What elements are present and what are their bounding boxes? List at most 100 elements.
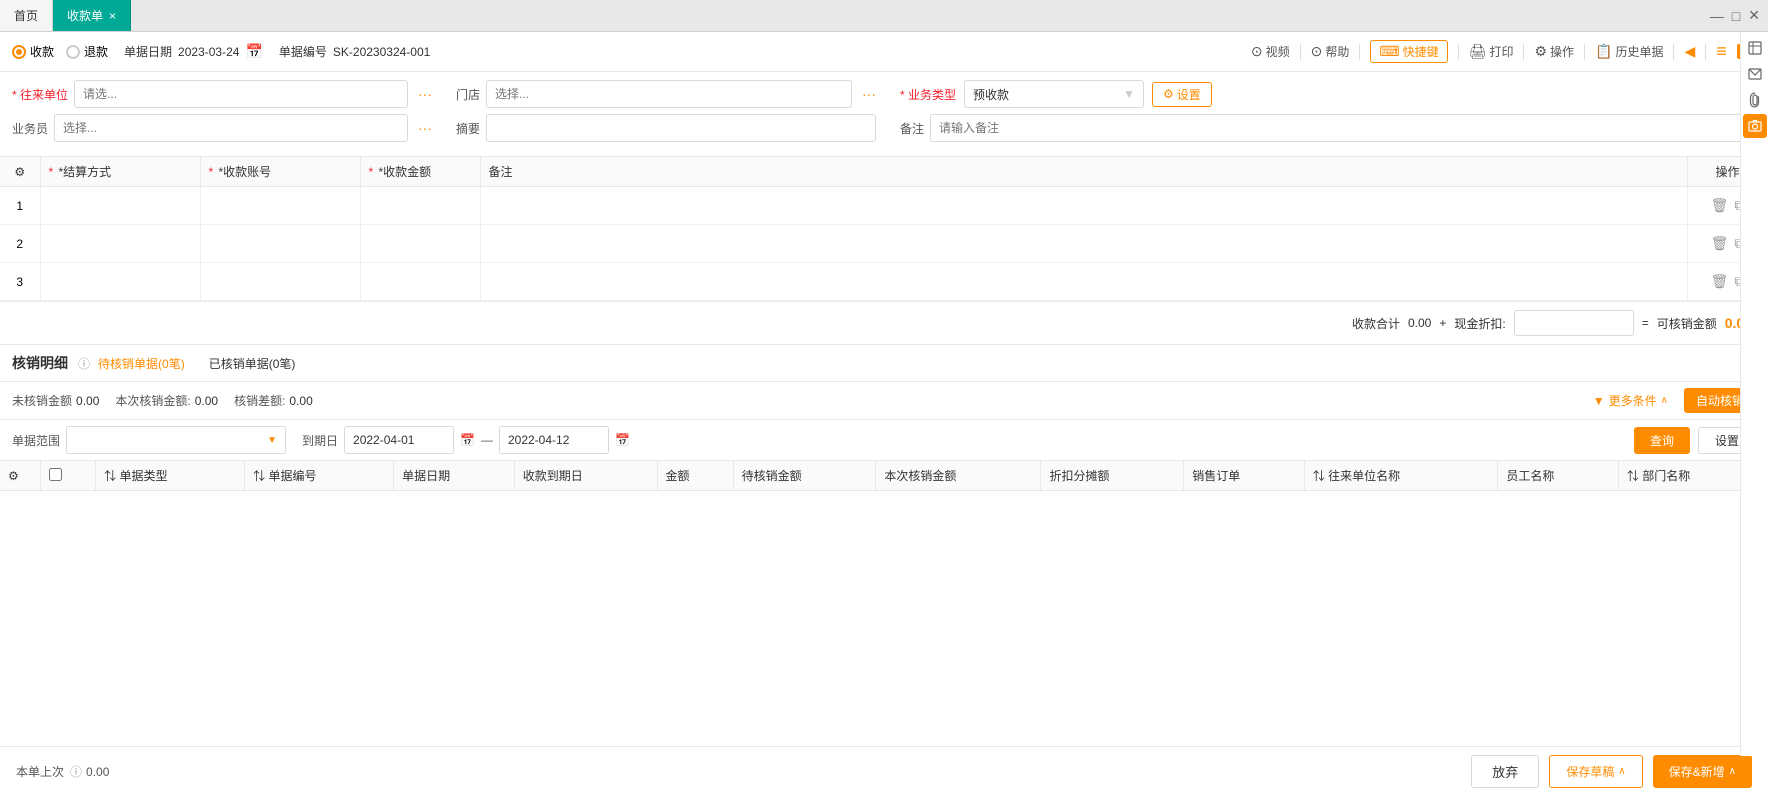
diff-label: 核销差额: (234, 392, 285, 409)
row-2-delete-icon[interactable]: 🗑 (1711, 235, 1729, 252)
collection-table-wrapper: ⚙ * *结算方式 * *收款账号 * *收款金额 备注 操作 (0, 157, 1768, 302)
discount-label: 现金折扣: (1454, 315, 1505, 332)
shop-more-icon[interactable]: ··· (862, 86, 876, 102)
sidebar-mail-icon[interactable] (1743, 62, 1767, 86)
remark-input[interactable] (930, 114, 1756, 142)
row-2-remark[interactable] (480, 225, 1688, 263)
form-row-2: 业务员 ··· 摘要 备注 (12, 114, 1756, 142)
row-3-remark[interactable] (480, 263, 1688, 301)
partner-label: * 往来单位 (12, 86, 68, 103)
radio-refund[interactable]: 退款 (66, 43, 108, 60)
footer-value: 0.00 (86, 765, 109, 779)
col-header-config[interactable]: ⚙ (0, 157, 40, 187)
row-3-settle[interactable] (40, 263, 200, 301)
window-controls: — □ ✕ (1710, 7, 1768, 24)
maximize-icon[interactable]: □ (1732, 8, 1740, 24)
query-button[interactable]: 查询 (1634, 427, 1690, 454)
save-new-button[interactable]: 保存&新增 ∧ (1653, 755, 1752, 788)
range-label: 单据范围 (12, 432, 60, 449)
gear-icon: ⚙ (1163, 87, 1174, 101)
salesperson-input[interactable] (54, 114, 408, 142)
biz-type-label: * 业务类型 (900, 86, 956, 103)
calendar-from-icon[interactable]: 📅 (460, 433, 475, 447)
calendar-to-icon[interactable]: 📅 (615, 433, 630, 447)
shop-input[interactable] (486, 80, 852, 108)
row-1-remark[interactable] (480, 187, 1688, 225)
biz-type-select[interactable]: 预收款 ▼ (964, 80, 1144, 108)
minimize-icon[interactable]: — (1710, 8, 1724, 24)
help-btn[interactable]: ⊙ 帮助 (1311, 43, 1350, 60)
col-header-settle: * *结算方式 (40, 157, 200, 187)
date-range-field: 到期日 📅 — 📅 (302, 426, 630, 454)
salesperson-more-icon[interactable]: ··· (418, 120, 432, 136)
prev-page-icon[interactable]: ◀ (1684, 43, 1695, 60)
shortcut-btn[interactable]: ⌨ 快捷键 (1370, 40, 1447, 63)
sidebar-attachment-icon[interactable] (1743, 88, 1767, 112)
more-conditions-btn[interactable]: ▼ 更多条件 ∧ (1593, 392, 1668, 409)
row-1-amount[interactable] (360, 187, 480, 225)
col-header-amount: * *收款金额 (360, 157, 480, 187)
bottom-table: ⚙ ⇅ 单据类型 ⇅ 单据编号 单据日期 收款到期日 金额 (0, 461, 1768, 491)
filter-actions: 查询 设置 (1634, 427, 1756, 454)
tab-collection[interactable]: 收款单 × (53, 0, 131, 31)
history-btn[interactable]: 📋 历史单据 (1595, 43, 1663, 60)
current-value: 0.00 (195, 394, 218, 408)
operation-btn[interactable]: ⚙ 操作 (1534, 43, 1574, 60)
row-1-num: 1 (0, 187, 40, 225)
row-2-settle[interactable] (40, 225, 200, 263)
radio-collection[interactable]: 收款 (12, 43, 54, 60)
col-header-checkbox: ⚙ (0, 461, 40, 491)
diff-stat: 核销差额: 0.00 (234, 392, 313, 409)
save-draft-button[interactable]: 保存草稿 ∧ (1549, 755, 1642, 788)
range-field: 单据范围 ▼ (12, 426, 286, 454)
calendar-icon[interactable]: 📅 (245, 43, 262, 60)
number-value: SK-20230324-001 (333, 45, 430, 59)
select-all-checkbox[interactable] (49, 468, 62, 481)
discount-input[interactable] (1514, 310, 1634, 336)
tab-close-icon[interactable]: × (109, 9, 116, 23)
done-tab[interactable]: 已核销单据(0笔) (209, 355, 296, 372)
divider-5 (1584, 44, 1585, 60)
tab-home[interactable]: 首页 (0, 0, 53, 31)
pending-tab[interactable]: 待核销单据(0笔) (98, 355, 185, 372)
row-3-delete-icon[interactable]: 🗑 (1711, 273, 1729, 290)
window-close-icon[interactable]: ✕ (1748, 7, 1760, 24)
history-label: 历史单据 (1615, 43, 1663, 60)
menu-icon[interactable]: ≡ (1716, 41, 1727, 62)
date-to-input[interactable] (499, 426, 609, 454)
summary-input[interactable] (486, 114, 876, 142)
sidebar-capture-icon[interactable] (1743, 114, 1767, 138)
divider-4 (1523, 44, 1524, 60)
row-2-amount[interactable] (360, 225, 480, 263)
col-header-current: 本次核销金额 (876, 461, 1041, 491)
row-3-account[interactable] (200, 263, 360, 301)
shop-label: 门店 (456, 86, 480, 103)
partner-input[interactable] (74, 80, 408, 108)
unclaimed-stat: 未核销金额 0.00 (12, 392, 99, 409)
settings-button[interactable]: ⚙ 设置 (1152, 82, 1212, 107)
row-1-account[interactable] (200, 187, 360, 225)
partner-more-icon[interactable]: ··· (418, 86, 432, 102)
date-from-input[interactable] (344, 426, 454, 454)
footer: 本单上次 ⓘ 0.00 放弃 保存草稿 ∧ 保存&新增 ∧ (0, 746, 1768, 796)
col-header-account: * *收款账号 (200, 157, 360, 187)
row-3-amount[interactable] (360, 263, 480, 301)
reconcile-stats: 未核销金额 0.00 本次核销金额: 0.00 核销差额: 0.00 ▼ 更多条… (0, 382, 1768, 420)
reconcile-info-icon[interactable]: ⓘ (78, 355, 90, 372)
range-select[interactable]: ▼ (66, 426, 286, 454)
equals-sign: = (1642, 316, 1649, 330)
row-1-delete-icon[interactable]: 🗑 (1711, 197, 1729, 214)
gear-icon-bottom[interactable]: ⚙ (8, 469, 19, 483)
row-1-settle[interactable] (40, 187, 200, 225)
sidebar-table-icon[interactable] (1743, 36, 1767, 60)
row-2-account[interactable] (200, 225, 360, 263)
diff-value: 0.00 (289, 394, 312, 408)
footer-info-icon[interactable]: ⓘ (70, 763, 82, 780)
form-area: * 往来单位 ··· 门店 ··· * 业务类型 预收款 ▼ ⚙ 设置 (0, 72, 1768, 157)
video-btn[interactable]: ⊙ 视频 (1251, 43, 1290, 60)
total-label: 收款合计 (1352, 315, 1400, 332)
print-btn[interactable]: 🖨 打印 (1469, 43, 1514, 60)
abandon-button[interactable]: 放弃 (1471, 755, 1539, 788)
row-3-num: 3 (0, 263, 40, 301)
remark-field: 备注 (900, 114, 1756, 142)
